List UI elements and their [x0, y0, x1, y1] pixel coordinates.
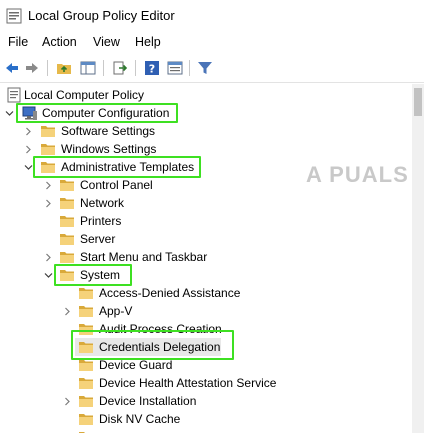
tree-node-disk-nv-cache[interactable]: Disk NV Cache — [0, 410, 412, 428]
menu-action[interactable]: Action — [42, 35, 77, 49]
tree-node-label: Software Settings — [61, 124, 156, 138]
toolbar: ? — [0, 54, 424, 83]
svg-text:?: ? — [149, 63, 155, 76]
export-list-icon[interactable] — [110, 58, 130, 78]
vertical-scrollbar[interactable] — [412, 84, 424, 433]
tree-node-system[interactable]: System — [0, 266, 412, 284]
window-title: Local Group Policy Editor — [28, 8, 175, 23]
folder-icon — [79, 288, 93, 299]
watermark: A PUALS — [306, 162, 409, 187]
tree-node-network[interactable]: Network — [0, 194, 412, 212]
chevron-down-icon[interactable] — [22, 158, 34, 176]
tree-node-label: Device Guard — [99, 358, 173, 372]
folder-icon — [60, 252, 74, 263]
tree-node-printers[interactable]: Printers — [0, 212, 412, 230]
tree-node-device-installation[interactable]: Device Installation — [0, 392, 412, 410]
folder-icon — [79, 360, 93, 371]
tree-node-computer-configuration[interactable]: Computer Configuration — [0, 104, 412, 122]
chevron-right-icon[interactable] — [61, 392, 73, 410]
tree-node-label: Device Installation — [99, 394, 197, 408]
tree-node-label: Local Computer Policy — [24, 88, 145, 102]
group-policy-app-icon — [6, 8, 22, 24]
folder-icon — [60, 234, 74, 245]
chevron-right-icon[interactable] — [42, 248, 54, 266]
menu-help[interactable]: Help — [135, 35, 161, 49]
folder-icon — [41, 144, 55, 155]
tree-node-start-menu-and-taskbar[interactable]: Start Menu and Taskbar — [0, 248, 412, 266]
properties-icon[interactable] — [165, 58, 185, 78]
tree-node-device-guard[interactable]: Device Guard — [0, 356, 412, 374]
help-icon[interactable]: ? — [142, 58, 162, 78]
back-icon[interactable] — [2, 58, 22, 78]
tree-node-label: Windows Settings — [61, 142, 157, 156]
folder-icon — [79, 324, 93, 335]
tree-node-label: Computer Configuration — [42, 106, 170, 120]
tree-node-label: Administrative Templates — [61, 160, 195, 174]
chevron-down-icon[interactable] — [3, 104, 15, 122]
chevron-right-icon[interactable] — [42, 176, 54, 194]
scrollbar-thumb[interactable] — [414, 88, 422, 116]
folder-icon — [41, 162, 55, 173]
toolbar-separator — [47, 60, 48, 76]
tree-node-label: App-V — [99, 304, 133, 318]
chevron-down-icon[interactable] — [42, 266, 54, 284]
tree-node-credentials-delegation[interactable]: Credentials Delegation — [0, 338, 412, 356]
chevron-right-icon[interactable] — [22, 140, 34, 158]
tree-node-partial — [0, 428, 412, 433]
tree-node-root[interactable]: Local Computer Policy — [0, 86, 412, 104]
folder-icon — [60, 216, 74, 227]
folder-icon — [79, 414, 93, 425]
folder-icon — [60, 198, 74, 209]
tree-node-audit-process-creation[interactable]: Audit Process Creation — [0, 320, 412, 338]
up-folder-icon[interactable] — [54, 58, 74, 78]
menu-file[interactable]: File — [8, 35, 28, 49]
folder-icon — [79, 342, 93, 353]
tree-pane: Local Computer Policy Computer Configura… — [0, 84, 412, 433]
folder-icon — [79, 306, 93, 317]
forward-icon[interactable] — [22, 58, 42, 78]
toolbar-separator — [103, 60, 104, 76]
tree-node-label: Control Panel — [80, 178, 153, 192]
toolbar-separator — [189, 60, 190, 76]
tree-node-label: Disk NV Cache — [99, 412, 181, 426]
tree-node-label: Network — [80, 196, 125, 210]
filter-icon[interactable] — [195, 58, 215, 78]
tree-node-label: Device Health Attestation Service — [99, 376, 277, 390]
folder-icon — [60, 180, 74, 191]
folder-icon — [79, 432, 85, 433]
chevron-right-icon[interactable] — [42, 194, 54, 212]
menu-bar: File Action View Help — [0, 32, 424, 54]
tree-node-access-denied-assistance[interactable]: Access-Denied Assistance — [0, 284, 412, 302]
folder-icon — [79, 378, 93, 389]
tree-node-server[interactable]: Server — [0, 230, 412, 248]
tree-node-app-v[interactable]: App-V — [0, 302, 412, 320]
chevron-right-icon[interactable] — [61, 302, 73, 320]
tree-node-label: Credentials Delegation — [99, 340, 221, 354]
menu-view[interactable]: View — [93, 35, 120, 49]
tree-node-windows-settings[interactable]: Windows Settings — [0, 140, 412, 158]
tree-node-software-settings[interactable]: Software Settings — [0, 122, 412, 140]
tree-node-label: Printers — [80, 214, 122, 228]
tree-node-label: Server — [80, 232, 116, 246]
tree-node-label: Audit Process Creation — [99, 322, 222, 336]
tree-node-label: Access-Denied Assistance — [99, 286, 241, 300]
folder-icon — [60, 270, 74, 281]
tree-node-device-health-attestation-service[interactable]: Device Health Attestation Service — [0, 374, 412, 392]
show-hide-tree-icon[interactable] — [78, 58, 98, 78]
chevron-right-icon[interactable] — [22, 122, 34, 140]
tree-node-label: System — [80, 268, 121, 282]
toolbar-separator — [135, 60, 136, 76]
title-bar: Local Group Policy Editor — [0, 0, 424, 32]
policy-document-icon — [7, 87, 21, 103]
computer-icon — [22, 106, 37, 120]
folder-icon — [41, 126, 55, 137]
folder-icon — [79, 396, 93, 407]
tree-node-label: Start Menu and Taskbar — [80, 250, 208, 264]
